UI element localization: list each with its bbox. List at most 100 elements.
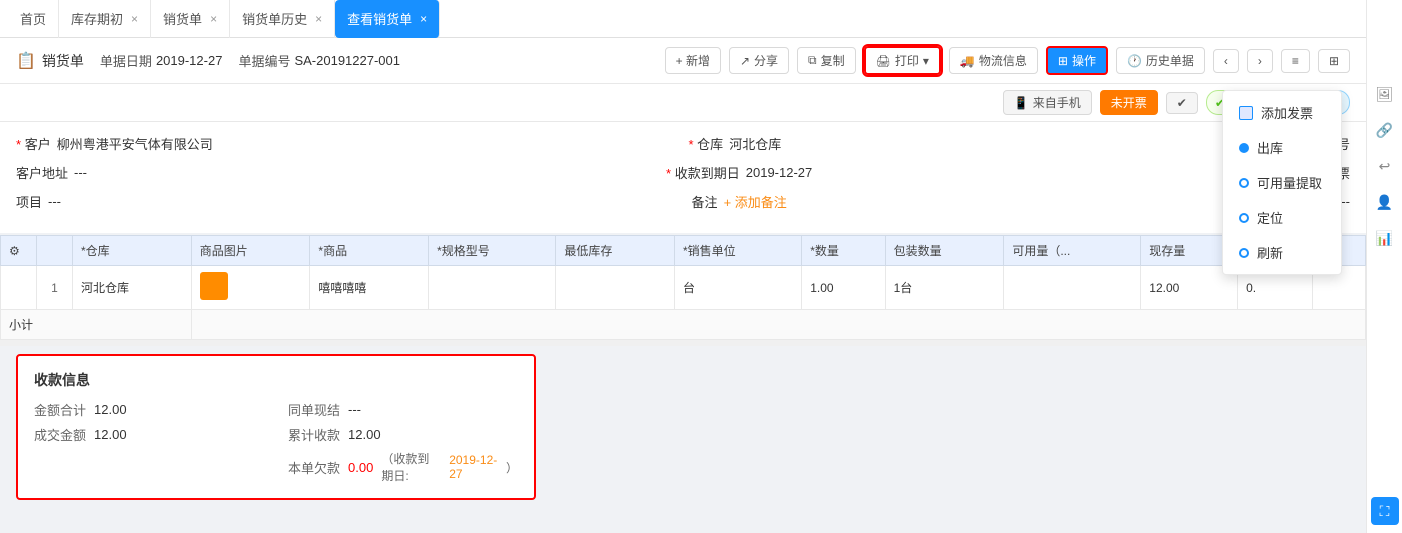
note-label: 备注 (692, 192, 718, 211)
print-icon: 🖨 (876, 54, 891, 68)
products-table: ⚙ *仓库 商品图片 *商品 *规格型号 最低库存 *销售单位 *数量 包装数量… (0, 235, 1366, 340)
tab-home[interactable]: 首页 (8, 0, 59, 38)
footer-grid: 金额合计 12.00 同单现结 --- 成交金额 12.00 累计收款 12.0… (34, 400, 518, 484)
confirm-button[interactable]: ✔ (1166, 92, 1198, 114)
from-phone-button[interactable]: 📱 来自手机 (1003, 90, 1092, 115)
history-button[interactable]: 🕐 历史单据 (1116, 47, 1205, 74)
address-value[interactable]: --- (74, 165, 234, 180)
dropdown-outbound[interactable]: 出库 (1223, 130, 1341, 165)
locate-icon (1239, 213, 1249, 223)
phone-icon: 📱 (1014, 96, 1029, 110)
col-min-stock: 最低库存 (556, 236, 675, 266)
form-row-3: 项目 --- 备注 + 添加备注 * 业务员孟 --- (16, 192, 1350, 211)
accumulated-value: 12.00 (348, 427, 381, 442)
add-invoice-label: 添加发票 (1261, 103, 1313, 122)
subtotal-label: 小计 (1, 310, 192, 340)
dropdown-add-invoice[interactable]: 添加发票 (1223, 95, 1341, 130)
doc-actions: + 新增 ↗ 分享 ⧉ 复制 🖨 打印 ▾ 🚚 物流信息 (665, 46, 1350, 75)
add-note-button[interactable]: + 添加备注 (724, 192, 787, 211)
tab-sales-order-close[interactable]: × (210, 12, 217, 26)
sidebar-icon-chart[interactable]: 📊 (1371, 224, 1399, 252)
total-amount-label: 金额合计 (34, 400, 86, 419)
form-row-2: 客户地址 --- * 收款到期日 2019-12-27 * 票据类型 不开票 (16, 163, 1350, 182)
row-pack-qty: 1台 (885, 266, 1004, 310)
tab-bar: 首页 库存期初 × 销货单 × 销货单历史 × 查看销货单 × ✕ (0, 0, 1402, 38)
accumulated-label: 累计收款 (288, 425, 340, 444)
col-unit: *销售单位 (675, 236, 802, 266)
sidebar-icon-expand[interactable]: ⛶ (1371, 497, 1399, 525)
logistics-button[interactable]: 🚚 物流信息 (949, 47, 1038, 74)
outbound-icon (1239, 143, 1249, 153)
doc-date-field: 单据日期 2019-12-27 (100, 51, 223, 70)
operate-button[interactable]: ⊞ 操作 (1046, 46, 1108, 75)
copy-button[interactable]: ⧉ 复制 (797, 47, 856, 74)
tab-sales-history[interactable]: 销货单历史 × (230, 0, 335, 38)
row-min-stock (556, 266, 675, 310)
row-num: 1 (37, 266, 73, 310)
refresh-label: 刷新 (1257, 243, 1283, 262)
share-button[interactable]: ↗ 分享 (729, 47, 789, 74)
grid-view-button[interactable]: ⊞ (1318, 49, 1350, 73)
due-date: 2019-12-27 (449, 453, 498, 481)
address-field: 客户地址 --- (16, 163, 234, 182)
share-icon: ↗ (740, 54, 750, 68)
new-button[interactable]: + 新增 (665, 47, 721, 74)
payment-date-field: * 收款到期日 2019-12-27 (666, 163, 812, 182)
col-spec: *规格型号 (429, 236, 556, 266)
form-row-1: * 客户 柳州粤港平安气体有限公司 * 仓库 河北仓库 业务员 演示账号 (16, 134, 1350, 153)
list-view-button[interactable]: ≡ (1281, 49, 1310, 73)
add-invoice-icon (1239, 106, 1253, 120)
current-due-value: 0.00 (348, 460, 373, 475)
table-header-row: ⚙ *仓库 商品图片 *商品 *规格型号 最低库存 *销售单位 *数量 包装数量… (1, 236, 1366, 266)
row-product: 嘻嘻嘻嘻 (310, 266, 429, 310)
customer-value[interactable]: 柳州粤港平安气体有限公司 (57, 134, 217, 153)
tab-sales-order[interactable]: 销货单 × (151, 0, 230, 38)
row-spec (429, 266, 556, 310)
outbound-label: 出库 (1257, 138, 1283, 157)
subtotal-values (191, 310, 1365, 340)
tab-inventory-init[interactable]: 库存期初 × (59, 0, 151, 38)
tab-view-sales-close[interactable]: × (420, 12, 427, 26)
next-button[interactable]: › (1247, 49, 1273, 73)
doc-meta: 单据日期 2019-12-27 单据编号 SA-20191227-001 (100, 51, 400, 70)
due-note-close: ） (506, 459, 518, 476)
sidebar-icon-image[interactable]: 🖼 (1371, 80, 1399, 108)
due-note-item: 本单欠款 0.00 （收款到期日: 2019-12-27 ） (288, 450, 518, 484)
locate-label: 定位 (1257, 208, 1283, 227)
col-qty: *数量 (802, 236, 885, 266)
table-scroll-bar[interactable] (0, 340, 1366, 346)
tab-sales-order-label: 销货单 (163, 9, 202, 28)
operate-label: 操作 (1072, 52, 1096, 69)
row-qty: 1.00 (802, 266, 885, 310)
prev-button[interactable]: ‹ (1213, 49, 1239, 73)
sidebar-icon-back[interactable]: ↩ (1371, 152, 1399, 180)
customer-label: * 客户 (16, 134, 51, 153)
doc-number-label: 单据编号 (238, 51, 290, 70)
dropdown-locate[interactable]: 定位 (1223, 200, 1341, 235)
history-label: 历史单据 (1146, 52, 1194, 69)
total-amount-item: 金额合计 12.00 (34, 400, 264, 419)
not-opened-button[interactable]: 未开票 (1100, 90, 1158, 115)
footer-info-box: 收款信息 金额合计 12.00 同单现结 --- 成交金额 12.00 累计收款… (16, 354, 536, 500)
history-icon: 🕐 (1127, 54, 1142, 68)
sidebar-icon-link[interactable]: 🔗 (1371, 116, 1399, 144)
tab-sales-history-label: 销货单历史 (242, 9, 307, 28)
dropdown-refresh[interactable]: 刷新 (1223, 235, 1341, 270)
warehouse-value[interactable]: 河北仓库 (729, 134, 781, 153)
footer-title: 收款信息 (34, 370, 518, 390)
print-button[interactable]: 🖨 打印 ▾ (864, 46, 941, 75)
col-product-img: 商品图片 (191, 236, 310, 266)
same-order-value: --- (348, 402, 361, 417)
tab-sales-history-close[interactable]: × (315, 12, 322, 26)
print-label: 打印 (895, 52, 919, 69)
tab-view-sales[interactable]: 查看销货单 × (335, 0, 440, 38)
due-note: （收款到期日: (381, 450, 441, 484)
row-product-img (191, 266, 310, 310)
dropdown-available-extract[interactable]: 可用量提取 (1223, 165, 1341, 200)
sidebar-icon-user[interactable]: 👤 (1371, 188, 1399, 216)
tab-inventory-init-close[interactable]: × (131, 12, 138, 26)
doc-header: 📋 销货单 单据日期 2019-12-27 单据编号 SA-20191227-0… (0, 38, 1366, 84)
doc-icon: 📋 (16, 51, 36, 71)
payment-date-value[interactable]: 2019-12-27 (746, 165, 813, 180)
project-value[interactable]: --- (48, 194, 208, 209)
